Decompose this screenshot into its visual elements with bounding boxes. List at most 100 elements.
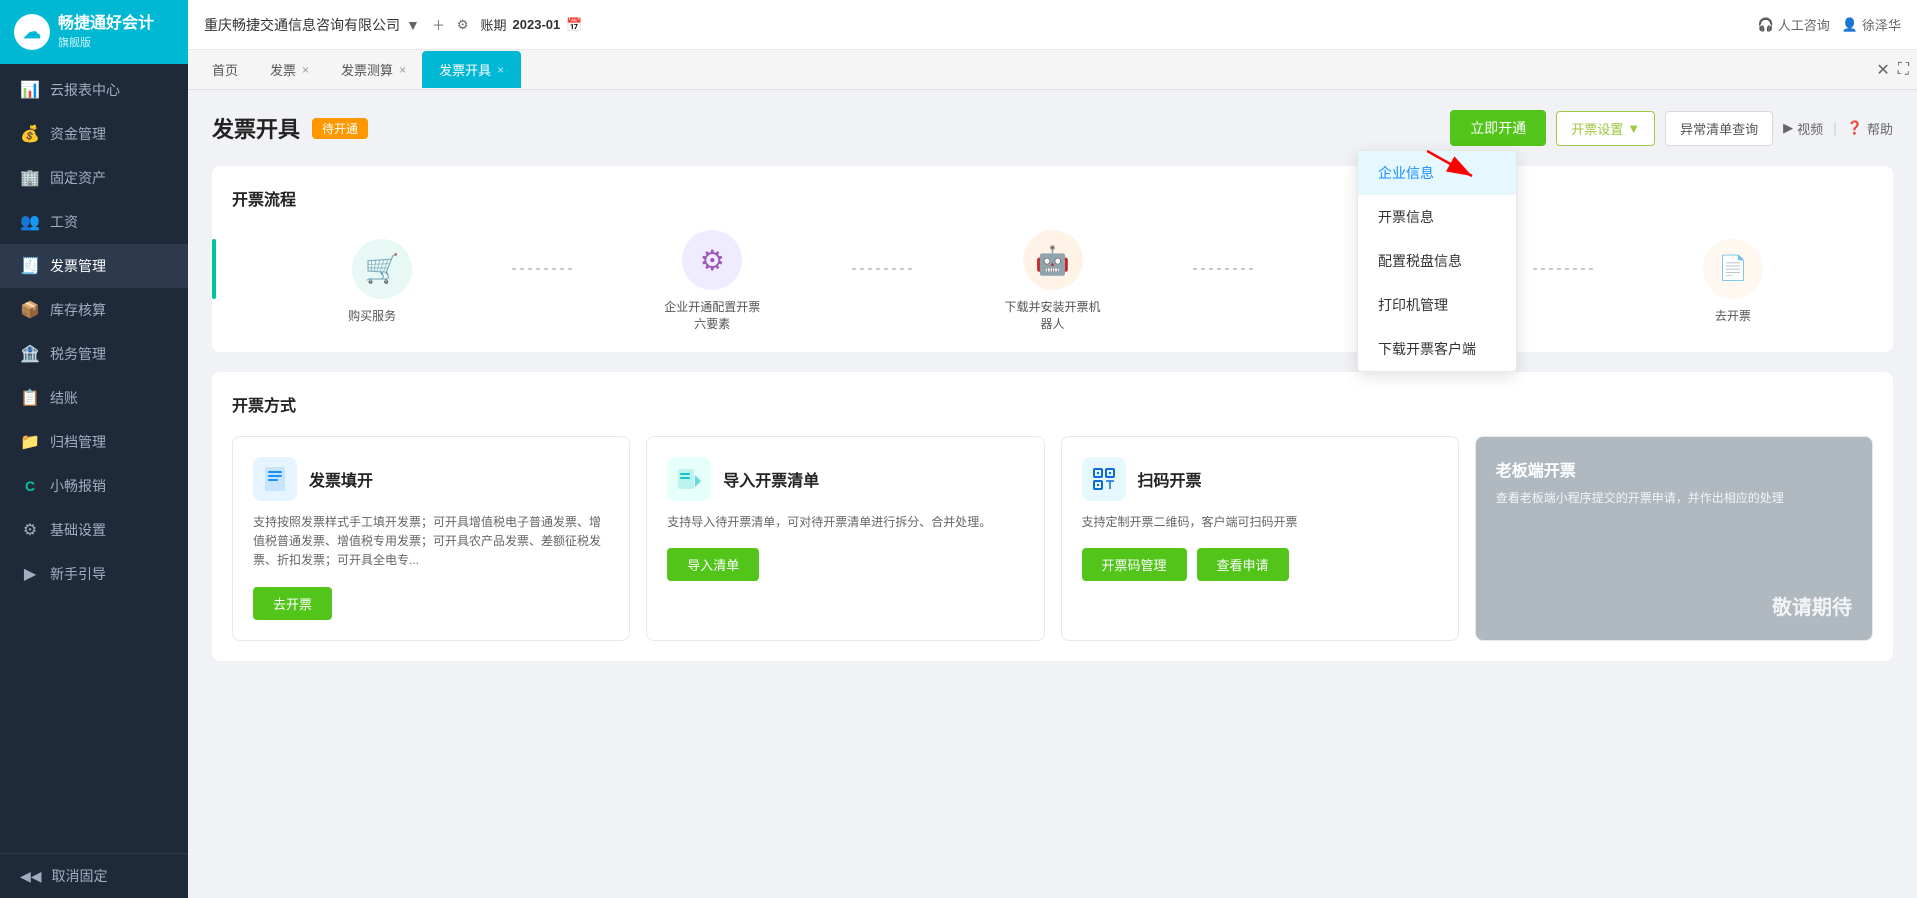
tab-invoice-issue-close[interactable]: ×: [497, 63, 504, 77]
fixed-assets-label: 固定资产: [50, 168, 106, 188]
import-list-card: 导入开票清单 支持导入待开票清单，可对待开票清单进行拆分、合并处理。 导入清单: [646, 436, 1044, 641]
question-icon: ❓: [1847, 120, 1863, 136]
sidebar-unpin[interactable]: ◀◀ 取消固定: [0, 853, 188, 898]
issue-invoice-label: 去开票: [1715, 307, 1751, 324]
fill-invoice-desc: 支持按照发票样式手工填开发票；可开具增值税电子普通发票、增值税普通发票、增值税专…: [253, 513, 609, 571]
dropdown-company-info[interactable]: 企业信息: [1358, 151, 1516, 195]
boss-invoice-title: 老板端开票: [1496, 457, 1852, 481]
report-label: 小畅报销: [50, 476, 106, 496]
qrcode-mgmt-button[interactable]: 开票码管理: [1082, 548, 1187, 581]
sidebar: ☁ 畅捷通好会计 旗舰版 📊 云报表中心 💰 资金管理 🏢 固定资产 👥 工资: [0, 0, 188, 898]
headset-icon: 🎧: [1758, 17, 1774, 33]
logo-name: 畅捷通好会计: [58, 14, 154, 33]
page-title: 发票开具: [212, 112, 300, 144]
tab-close-button[interactable]: ✕: [1876, 60, 1889, 80]
add-company-button[interactable]: ＋: [432, 15, 445, 34]
tab-expand-button[interactable]: ⛶: [1898, 60, 1909, 80]
unpin-label: 取消固定: [52, 866, 108, 886]
flow-step-buy: 🛒 购买服务: [232, 239, 512, 324]
flow-step-config: ⚙ 企业开通配置开票六要素: [572, 230, 852, 332]
sidebar-item-settings[interactable]: ⚙ 基础设置: [0, 508, 188, 552]
import-list-button[interactable]: 导入清单: [667, 548, 759, 581]
tax-mgmt-label: 税务管理: [50, 344, 106, 364]
tax-mgmt-icon: 🏦: [20, 344, 40, 364]
sidebar-item-invoice-mgmt[interactable]: 🧾 发票管理: [0, 244, 188, 288]
sidebar-item-tax-mgmt[interactable]: 🏦 税务管理: [0, 332, 188, 376]
tab-invoice-calc-close[interactable]: ×: [399, 63, 406, 77]
fill-invoice-icon: [253, 457, 297, 501]
download-robot-label: 下载并安装开票机器人: [1003, 298, 1103, 332]
report-icon: C: [20, 478, 40, 494]
dropdown-download-client[interactable]: 下载开票客户端: [1358, 327, 1516, 371]
anomaly-button[interactable]: 异常清单查询: [1665, 111, 1773, 146]
company-selector[interactable]: 重庆畅捷交通信息咨询有限公司 ▼: [204, 15, 420, 35]
logo-edition: 旗舰版: [58, 34, 154, 50]
buy-service-label: 购买服务: [348, 307, 396, 324]
scan-invoice-card: 扫码开票 支持定制开票二维码，客户端可扫码开票 开票码管理 查看申请: [1061, 436, 1459, 641]
fill-invoice-button[interactable]: 去开票: [253, 587, 332, 620]
import-list-icon: [667, 457, 711, 501]
sidebar-item-report[interactable]: C 小畅报销: [0, 464, 188, 508]
help-button[interactable]: ❓ 帮助: [1847, 119, 1893, 138]
consult-button[interactable]: 🎧 人工咨询: [1758, 15, 1830, 34]
fill-invoice-card: 发票填开 支持按照发票样式手工填开发票；可开具增值税电子普通发票、增值税普通发票…: [232, 436, 630, 641]
dropdown-tax-config[interactable]: 配置税盘信息: [1358, 239, 1516, 283]
sidebar-item-fixed-assets[interactable]: 🏢 固定资产: [0, 156, 188, 200]
dropdown-printer-mgmt[interactable]: 打印机管理: [1358, 283, 1516, 327]
calendar-icon[interactable]: 📅: [566, 17, 582, 33]
flow-step-download: 🤖 下载并安装开票机器人: [912, 230, 1192, 332]
tab-invoice-label: 发票: [270, 60, 296, 79]
status-badge: 待开通: [312, 118, 368, 139]
billing-section: 开票方式 发票填开: [212, 372, 1893, 661]
tab-home[interactable]: 首页: [196, 52, 254, 87]
settings-dropdown-icon: ▼: [1627, 121, 1640, 136]
tab-actions: ✕ ⛶: [1876, 60, 1909, 80]
play-icon: ▶: [1783, 120, 1793, 136]
cloud-report-icon: 📊: [20, 80, 40, 100]
company-name: 重庆畅捷交通信息咨询有限公司: [204, 15, 400, 35]
help-label: 帮助: [1867, 119, 1893, 138]
divider: |: [1833, 120, 1837, 136]
tab-invoice-close[interactable]: ×: [302, 63, 309, 77]
settings-icon: ⚙: [20, 520, 40, 540]
step-divider-4: [1533, 268, 1593, 270]
settlement-label: 结账: [50, 388, 78, 408]
period-label: 账期: [481, 15, 507, 34]
scan-invoice-title: 扫码开票: [1138, 467, 1202, 491]
view-apply-button[interactable]: 查看申请: [1197, 548, 1289, 581]
invoice-settings-label: 开票设置: [1571, 119, 1623, 138]
import-list-header: 导入开票清单: [667, 457, 1023, 501]
fill-invoice-header: 发票填开: [253, 457, 609, 501]
video-button[interactable]: ▶ 视频: [1783, 119, 1823, 138]
billing-title: 开票方式: [232, 392, 1873, 416]
tab-invoice-issue[interactable]: 发票开具 ×: [422, 51, 521, 88]
step-divider-3: [1193, 268, 1253, 270]
invoice-settings-button[interactable]: 开票设置 ▼: [1556, 111, 1655, 146]
sidebar-item-payroll[interactable]: 👥 工资: [0, 200, 188, 244]
unpin-icon: ◀◀: [20, 868, 42, 885]
activate-button[interactable]: 立即开通: [1450, 110, 1546, 146]
flow-steps: 🛒 购买服务 ⚙ 企业开通配置开票六要素 🤖 下载并安装开票机: [232, 230, 1873, 332]
user-icon: 👤: [1842, 17, 1858, 33]
import-list-title: 导入开票清单: [723, 467, 819, 491]
archive-label: 归档管理: [50, 432, 106, 452]
tabs-bar: 首页 发票 × 发票测算 × 发票开具 × ✕ ⛶: [188, 50, 1917, 90]
tab-invoice[interactable]: 发票 ×: [254, 52, 325, 87]
sidebar-item-cloud-report[interactable]: 📊 云报表中心: [0, 68, 188, 112]
dropdown-invoice-info[interactable]: 开票信息: [1358, 195, 1516, 239]
sidebar-item-archive[interactable]: 📁 归档管理: [0, 420, 188, 464]
settings-button[interactable]: ⚙: [457, 17, 469, 33]
tab-invoice-calc-label: 发票测算: [341, 60, 393, 79]
fund-mgmt-icon: 💰: [20, 124, 40, 144]
sidebar-item-settlement[interactable]: 📋 结账: [0, 376, 188, 420]
buy-service-icon: 🛒: [352, 239, 412, 299]
config-enterprise-label: 企业开通配置开票六要素: [662, 298, 762, 332]
sidebar-item-inventory[interactable]: 📦 库存核算: [0, 288, 188, 332]
sidebar-item-guide[interactable]: ▶ 新手引导: [0, 552, 188, 596]
archive-icon: 📁: [20, 432, 40, 452]
sidebar-item-fund-mgmt[interactable]: 💰 资金管理: [0, 112, 188, 156]
user-button[interactable]: 👤 徐泽华: [1842, 15, 1901, 34]
tab-invoice-calc[interactable]: 发票测算 ×: [325, 52, 422, 87]
overlay-text: 敬请期待: [1772, 591, 1852, 620]
scan-invoice-icon: [1082, 457, 1126, 501]
